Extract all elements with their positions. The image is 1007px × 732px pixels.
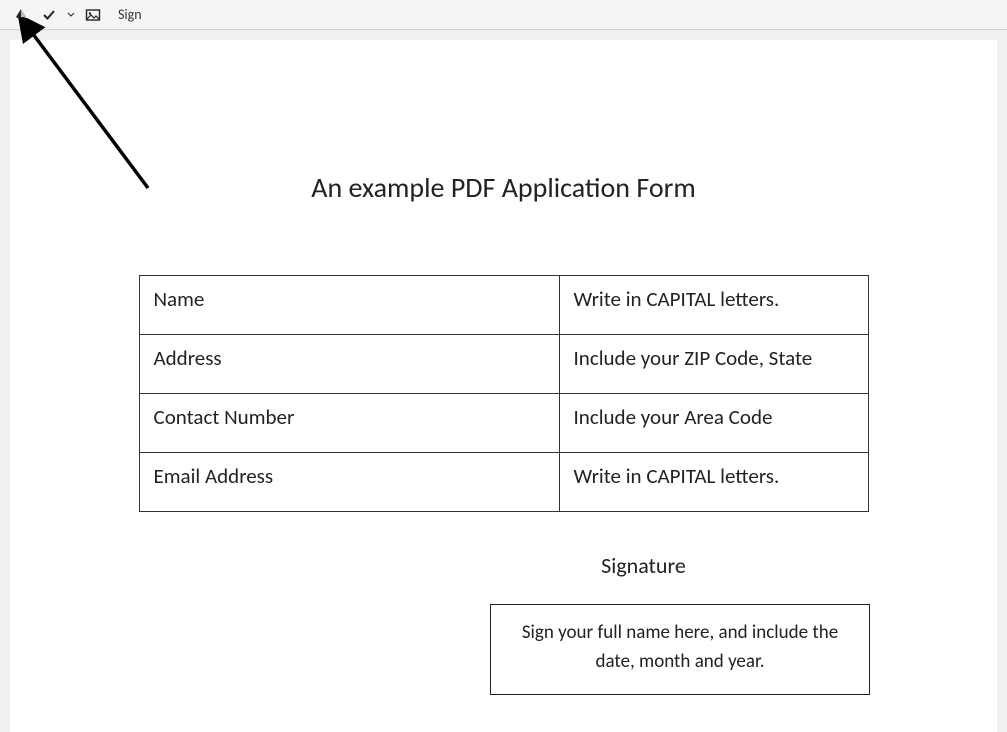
document-page: An example PDF Application Form Name Wri… xyxy=(10,40,997,732)
checkmark-dropdown-caret[interactable] xyxy=(66,11,76,19)
signature-heading: Signature xyxy=(290,552,997,579)
toolbar: Sign xyxy=(0,0,1007,30)
field-label: Email Address xyxy=(139,453,559,512)
signature-box: Sign your full name here, and include th… xyxy=(490,604,870,695)
field-instruction: Include your ZIP Code, State xyxy=(559,335,868,394)
form-table: Name Write in CAPITAL letters. Address I… xyxy=(139,275,869,512)
field-instruction: Write in CAPITAL letters. xyxy=(559,453,868,512)
field-label: Name xyxy=(139,276,559,335)
ink-tool-icon[interactable] xyxy=(10,4,32,26)
table-row: Email Address Write in CAPITAL letters. xyxy=(139,453,868,512)
table-row: Address Include your ZIP Code, State xyxy=(139,335,868,394)
image-tool-icon[interactable] xyxy=(82,4,104,26)
field-instruction: Write in CAPITAL letters. xyxy=(559,276,868,335)
table-row: Name Write in CAPITAL letters. xyxy=(139,276,868,335)
page-title: An example PDF Application Form xyxy=(10,170,997,205)
field-label: Address xyxy=(139,335,559,394)
table-row: Contact Number Include your Area Code xyxy=(139,394,868,453)
field-instruction: Include your Area Code xyxy=(559,394,868,453)
sign-tool-label[interactable]: Sign xyxy=(118,6,142,23)
field-label: Contact Number xyxy=(139,394,559,453)
checkmark-tool-icon[interactable] xyxy=(38,4,60,26)
